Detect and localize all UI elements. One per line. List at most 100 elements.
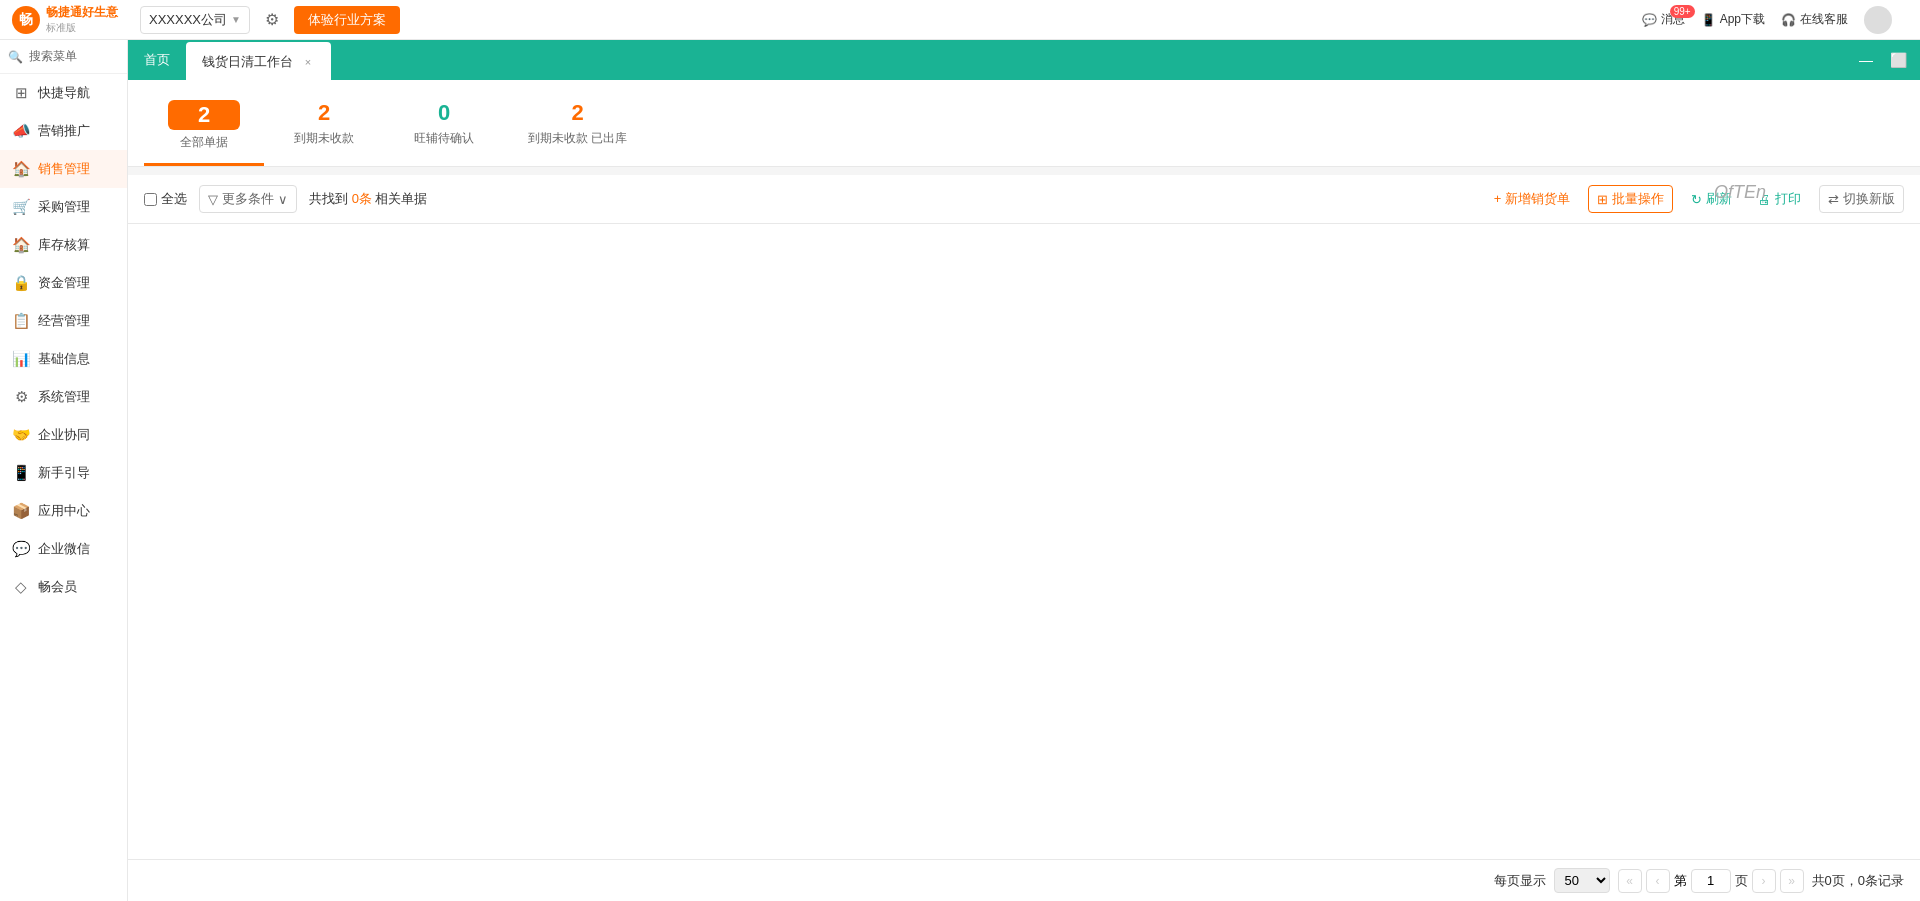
tab-home[interactable]: 首页 bbox=[128, 40, 186, 80]
switch-label: 切换新版 bbox=[1843, 190, 1895, 208]
header-left: 畅 畅捷通好生意 标准版 XXXXXX公司 ▼ ⚙ 体验行业方案 bbox=[12, 4, 400, 35]
sidebar-item-guide[interactable]: 📱 新手引导 bbox=[0, 454, 127, 492]
tab-active[interactable]: 钱货日清工作台 × bbox=[186, 42, 331, 82]
filter-label: 更多条件 bbox=[222, 190, 274, 208]
sidebar-icon-system: ⚙ bbox=[12, 388, 30, 406]
status-card-count-1: 2 bbox=[288, 100, 360, 126]
logo-text: 畅捷通好生意 标准版 bbox=[46, 4, 118, 35]
company-selector[interactable]: XXXXXX公司 ▼ bbox=[140, 6, 250, 34]
sidebar-item-cooperation[interactable]: 🤝 企业协同 bbox=[0, 416, 127, 454]
new-sales-order-button[interactable]: + 新增销货单 bbox=[1486, 186, 1578, 212]
page-content: 2 全部单据 2 到期未收款 0 旺辅待确认 2 到期未收款 已出库 全选 ▽ bbox=[128, 80, 1920, 901]
switch-icon: ⇄ bbox=[1828, 192, 1839, 207]
more-filter-button[interactable]: ▽ 更多条件 ∨ bbox=[199, 185, 297, 213]
status-card-2[interactable]: 0 旺辅待确认 bbox=[384, 92, 504, 166]
page-label-prefix: 第 bbox=[1674, 872, 1687, 890]
tab-home-label: 首页 bbox=[144, 51, 170, 69]
new-sales-order-label: + 新增销货单 bbox=[1494, 190, 1570, 208]
refresh-icon: ↻ bbox=[1691, 192, 1702, 207]
sidebar-item-purchase[interactable]: 🛒 采购管理 bbox=[0, 188, 127, 226]
sidebar-icon-cooperation: 🤝 bbox=[12, 426, 30, 444]
filter-icon: ▽ bbox=[208, 192, 218, 207]
refresh-button[interactable]: ↻ 刷新 bbox=[1683, 186, 1740, 212]
sidebar-label-guide: 新手引导 bbox=[38, 464, 90, 482]
search-icon: 🔍 bbox=[8, 50, 23, 64]
sidebar-item-marketing[interactable]: 📣 营销推广 bbox=[0, 112, 127, 150]
per-page-select[interactable]: 50100200 bbox=[1554, 868, 1610, 893]
user-avatar[interactable] bbox=[1864, 6, 1892, 34]
found-prefix: 共找到 bbox=[309, 191, 348, 206]
sidebar-icon-inventory: 🏠 bbox=[12, 236, 30, 254]
sidebar-item-nav[interactable]: ⊞ 快捷导航 bbox=[0, 74, 127, 112]
batch-operation-button[interactable]: ⊞ 批量操作 bbox=[1588, 185, 1673, 213]
experience-button[interactable]: 体验行业方案 bbox=[294, 6, 400, 34]
status-card-1[interactable]: 2 到期未收款 bbox=[264, 92, 384, 166]
status-card-count-3: 2 bbox=[528, 100, 627, 126]
status-card-count-0: 2 bbox=[168, 100, 240, 130]
print-icon: 🖨 bbox=[1758, 192, 1771, 207]
top-header: 畅 畅捷通好生意 标准版 XXXXXX公司 ▼ ⚙ 体验行业方案 💬 消息 99… bbox=[0, 0, 1920, 40]
sidebar-item-system[interactable]: ⚙ 系统管理 bbox=[0, 378, 127, 416]
message-badge: 99+ bbox=[1670, 5, 1695, 18]
logo-icon: 畅 bbox=[12, 6, 40, 34]
message-icon: 💬 bbox=[1642, 13, 1657, 27]
sidebar-item-inventory[interactable]: 🏠 库存核算 bbox=[0, 226, 127, 264]
tab-bar: 首页 钱货日清工作台 × — ⬜ bbox=[128, 40, 1920, 80]
sidebar-item-member[interactable]: ◇ 畅会员 bbox=[0, 568, 127, 606]
sidebar-label-finance: 资金管理 bbox=[38, 274, 90, 292]
next-page-button[interactable]: › bbox=[1752, 869, 1776, 893]
message-button[interactable]: 💬 消息 99+ bbox=[1642, 11, 1685, 28]
select-all-checkbox[interactable]: 全选 bbox=[144, 190, 187, 208]
sidebar-icon-apps: 📦 bbox=[12, 502, 30, 520]
sidebar-icon-guide: 📱 bbox=[12, 464, 30, 482]
status-cards: 2 全部单据 2 到期未收款 0 旺辅待确认 2 到期未收款 已出库 bbox=[128, 80, 1920, 167]
app-download-icon: 📱 bbox=[1701, 13, 1716, 27]
sidebar-item-basic[interactable]: 📊 基础信息 bbox=[0, 340, 127, 378]
first-page-button[interactable]: « bbox=[1618, 869, 1642, 893]
logo-area: 畅 畅捷通好生意 标准版 bbox=[12, 4, 132, 35]
company-name: XXXXXX公司 bbox=[149, 11, 227, 29]
sidebar-item-sales[interactable]: 🏠 销售管理 bbox=[0, 150, 127, 188]
toolbar: 全选 ▽ 更多条件 ∨ 共找到 0条 相关单据 + 新增销货单 bbox=[128, 175, 1920, 224]
sidebar-label-nav: 快捷导航 bbox=[38, 84, 90, 102]
batch-label: 批量操作 bbox=[1612, 190, 1664, 208]
refresh-label: 刷新 bbox=[1706, 190, 1732, 208]
prev-page-button[interactable]: ‹ bbox=[1646, 869, 1670, 893]
sidebar-item-apps[interactable]: 📦 应用中心 bbox=[0, 492, 127, 530]
settings-icon[interactable]: ⚙ bbox=[258, 6, 286, 34]
page-number-input[interactable] bbox=[1691, 869, 1731, 893]
sidebar-icon-wechat: 💬 bbox=[12, 540, 30, 558]
online-service-button[interactable]: 🎧 在线客服 bbox=[1781, 11, 1848, 28]
pagination: « ‹ 第 页 › » bbox=[1618, 869, 1804, 893]
per-page-label: 每页显示 bbox=[1494, 872, 1546, 890]
sidebar-icon-finance: 🔒 bbox=[12, 274, 30, 292]
sidebar-label-operation: 经营管理 bbox=[38, 312, 90, 330]
select-all-input[interactable] bbox=[144, 193, 157, 206]
total-info: 共0页，0条记录 bbox=[1812, 872, 1904, 890]
sidebar-label-wechat: 企业微信 bbox=[38, 540, 90, 558]
sidebar-item-finance[interactable]: 🔒 资金管理 bbox=[0, 264, 127, 302]
status-card-0[interactable]: 2 全部单据 bbox=[144, 92, 264, 166]
tab-maximize-button[interactable]: ⬜ bbox=[1884, 46, 1912, 74]
sidebar-search[interactable]: 🔍 搜索菜单 bbox=[0, 40, 127, 74]
sidebar-label-basic: 基础信息 bbox=[38, 350, 90, 368]
status-card-label-2: 旺辅待确认 bbox=[408, 130, 480, 147]
sidebar-label-cooperation: 企业协同 bbox=[38, 426, 90, 444]
sidebar-icon-sales: 🏠 bbox=[12, 160, 30, 178]
sidebar-label-sales: 销售管理 bbox=[38, 160, 90, 178]
sidebar-label-system: 系统管理 bbox=[38, 388, 90, 406]
online-service-label: 在线客服 bbox=[1800, 11, 1848, 28]
last-page-button[interactable]: » bbox=[1780, 869, 1804, 893]
tab-minimize-button[interactable]: — bbox=[1852, 46, 1880, 74]
status-card-3[interactable]: 2 到期未收款 已出库 bbox=[504, 92, 651, 166]
app-download-button[interactable]: 📱 App下载 bbox=[1701, 11, 1765, 28]
sidebar-items: ⊞ 快捷导航 📣 营销推广 🏠 销售管理 🛒 采购管理 🏠 库存核算 🔒 资金管… bbox=[0, 74, 127, 606]
print-button[interactable]: 🖨 打印 bbox=[1750, 186, 1809, 212]
sidebar-item-operation[interactable]: 📋 经营管理 bbox=[0, 302, 127, 340]
table-area bbox=[128, 224, 1920, 859]
toolbar-left: 全选 ▽ 更多条件 ∨ 共找到 0条 相关单据 bbox=[144, 185, 427, 213]
switch-new-version-button[interactable]: ⇄ 切换新版 bbox=[1819, 185, 1904, 213]
sidebar-item-wechat[interactable]: 💬 企业微信 bbox=[0, 530, 127, 568]
tab-close-button[interactable]: × bbox=[301, 55, 315, 69]
page-label: 页 bbox=[1735, 872, 1748, 890]
